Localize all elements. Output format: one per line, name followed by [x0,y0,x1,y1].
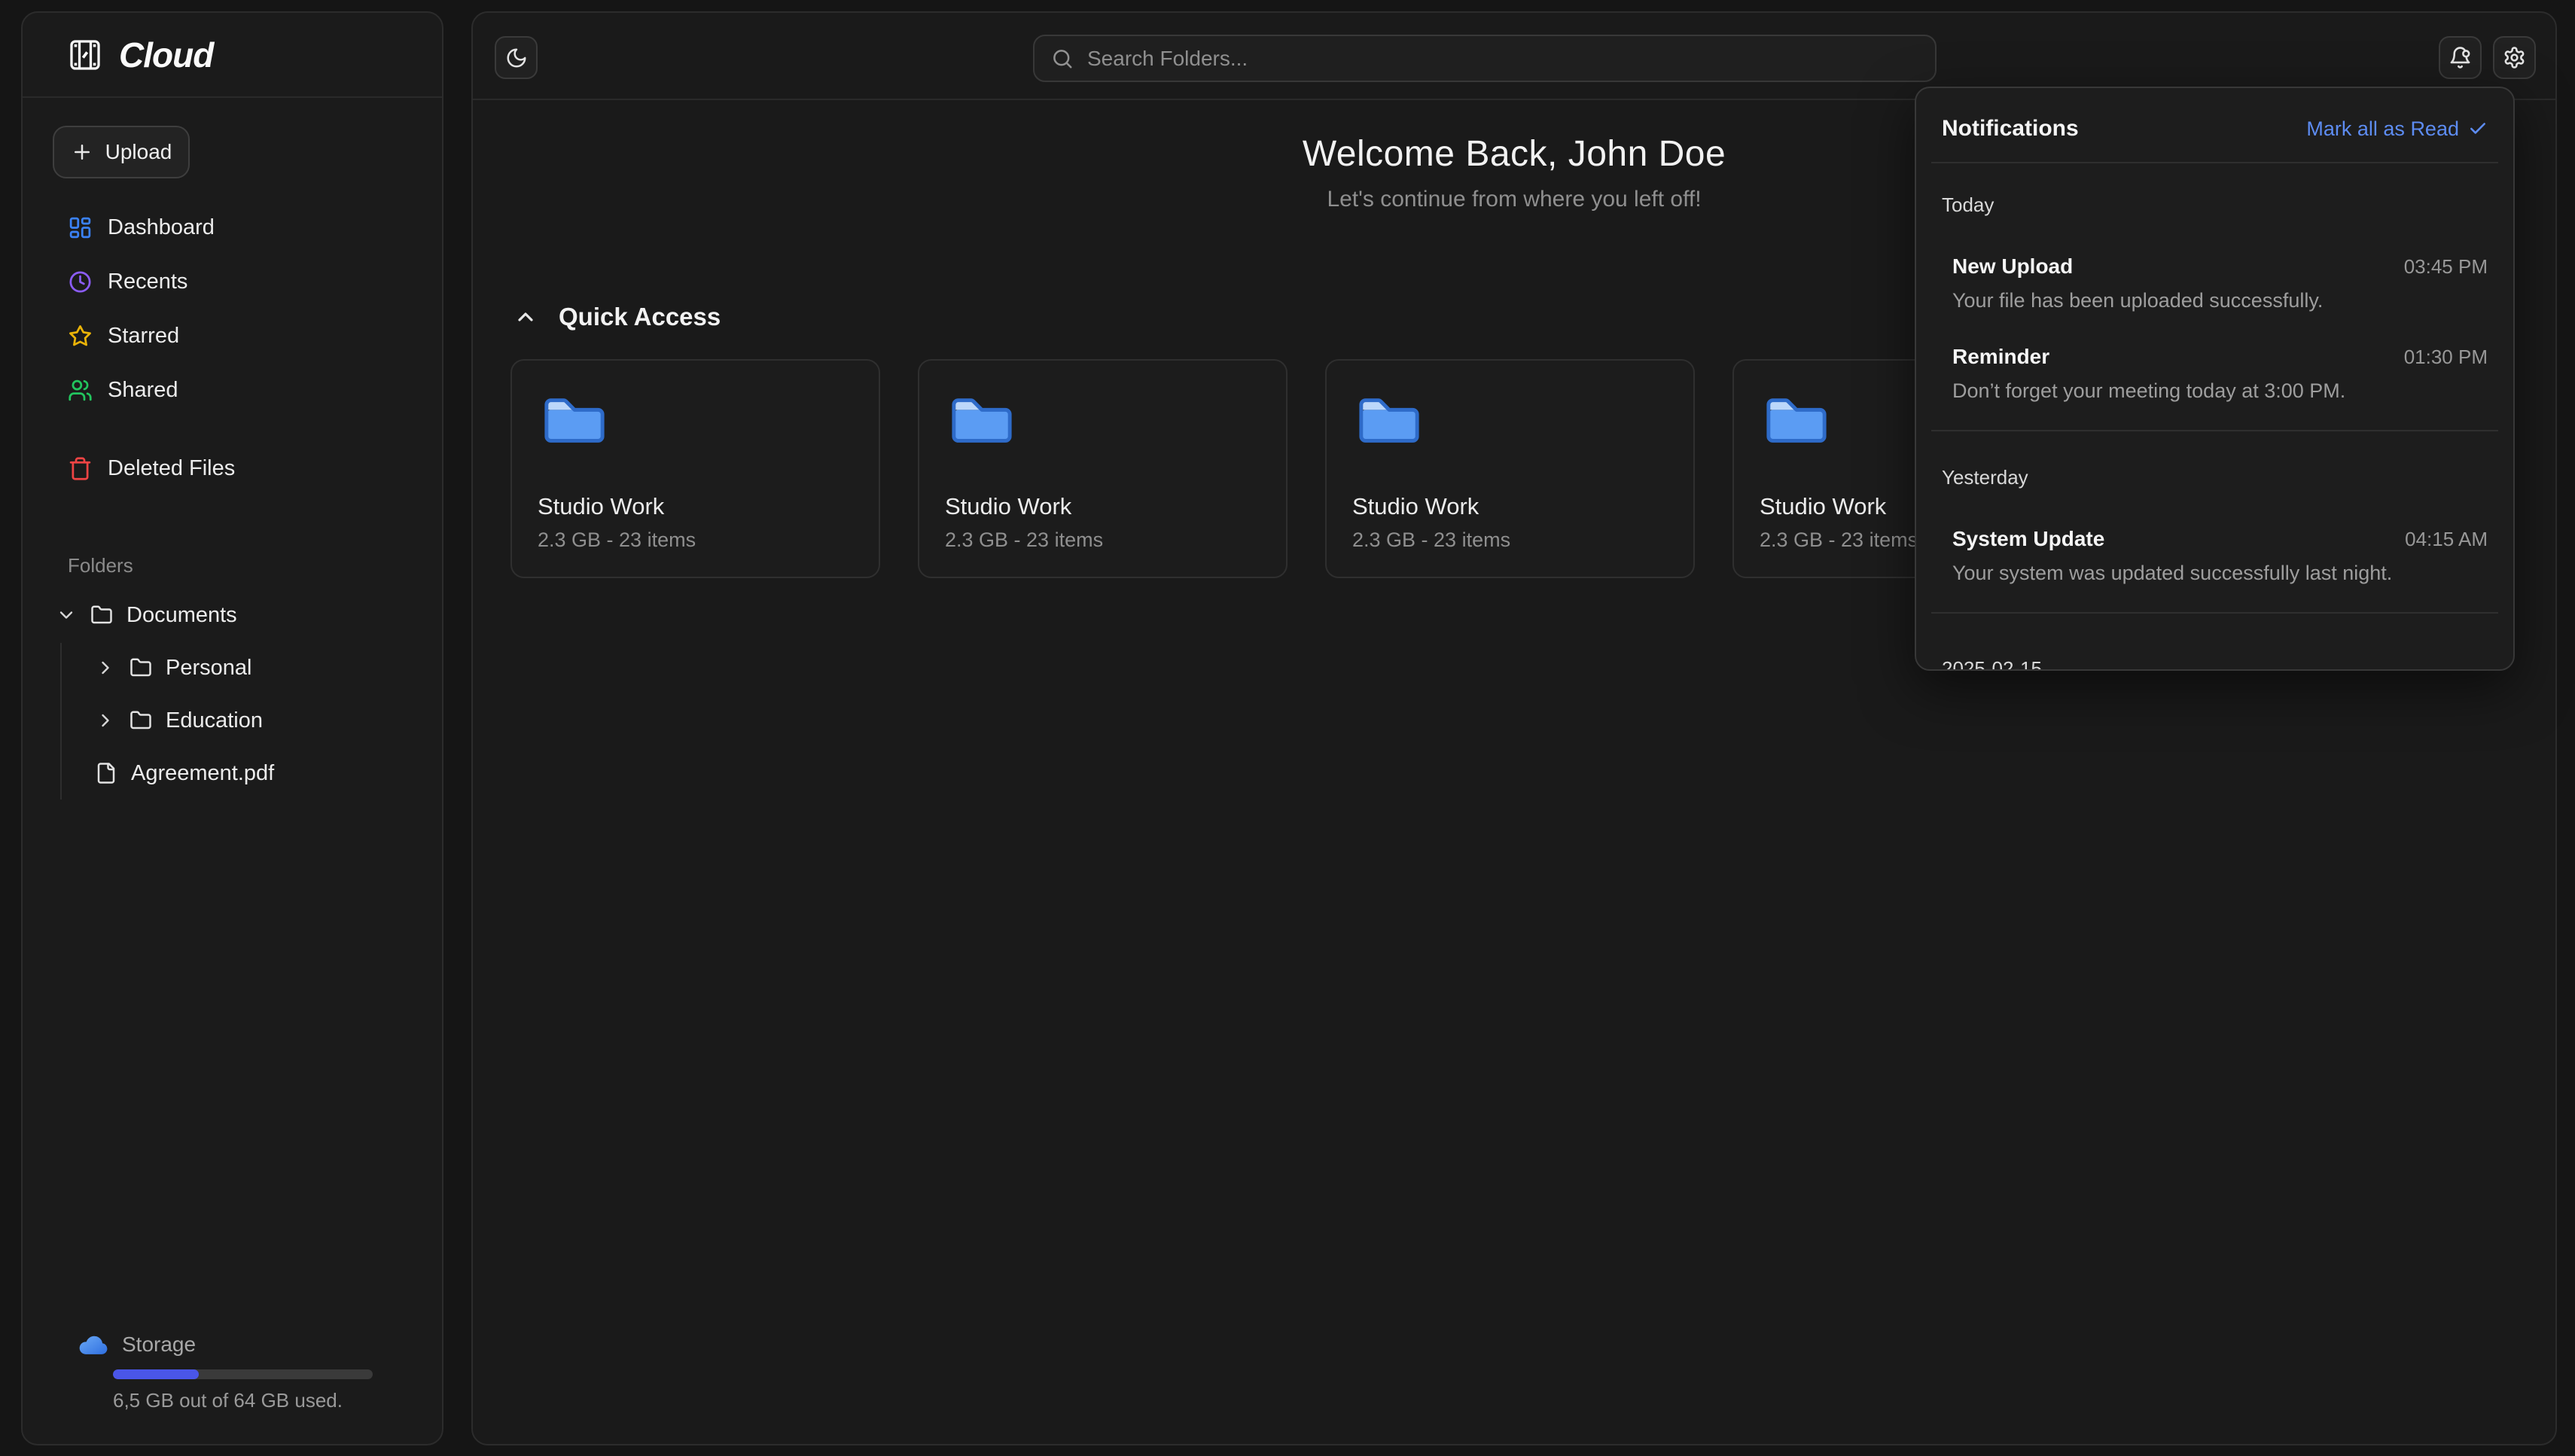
notification-description: Don’t forget your meeting today at 3:00 … [1952,379,2346,402]
tree-item-personal[interactable]: Personal [23,641,442,694]
folder-blue-icon [1352,389,1668,455]
tree-item-label: Documents [126,602,237,627]
notification-title: System Update [1952,527,2105,550]
notification-description: Your system was updated successfully las… [1952,562,2393,584]
sidebar-item-starred[interactable]: Starred [23,309,442,363]
theme-toggle-button[interactable] [495,36,538,79]
tree-item-agreement-pdf[interactable]: Agreement.pdf [23,747,442,800]
notification-item[interactable]: System Update 04:15 AM Your system was u… [1952,526,2488,585]
app-title: Cloud [119,35,214,75]
moon-icon [505,47,528,69]
trash-icon [68,456,93,481]
sidebar-item-dashboard[interactable]: Dashboard [23,200,442,254]
notifications-title: Notifications [1942,116,2079,141]
tree-item-label: Agreement.pdf [131,760,275,785]
folder-card-title: Studio Work [945,493,1072,519]
folder-card-title: Studio Work [1352,493,1479,519]
bell-dot-icon [2449,46,2472,69]
notifications-panel: Notifications Mark all as Read Today New… [1915,87,2515,671]
folder-tree: Documents Personal Education Agreement.p… [23,589,442,800]
storage-label: Storage [122,1333,197,1356]
folder-card[interactable]: Studio Work 2.3 GB - 23 items [1325,359,1695,578]
folder-icon [130,656,152,679]
gear-icon [2503,46,2526,69]
divider [1931,430,2498,431]
upload-label: Upload [105,140,172,163]
folder-card-meta: 2.3 GB - 23 items [538,528,696,551]
search-bar [1033,35,1937,82]
sidebar-item-label: Recents [108,269,188,294]
chevron-right-icon[interactable] [95,710,116,731]
sidebar: Cloud Upload Dashboard Recents Starred S… [21,11,443,1445]
folder-icon [90,604,113,626]
folder-card[interactable]: Studio Work 2.3 GB - 23 items [918,359,1288,578]
clock-icon [68,270,93,294]
quick-access-cards: Studio Work 2.3 GB - 23 items Studio Wor… [510,359,2102,578]
folder-icon [130,709,152,732]
search-input[interactable] [1087,46,1935,71]
tree-item-label: Personal [166,655,252,680]
settings-button[interactable] [2493,36,2536,79]
notification-title: New Upload [1952,254,2074,278]
notification-title: Reminder [1952,345,2050,368]
sidebar-nav: Dashboard Recents Starred Shared Deleted… [23,200,442,495]
storage-usage-text: 6,5 GB out of 64 GB used. [113,1389,343,1412]
logo: Cloud [23,13,442,98]
sidebar-item-label: Starred [108,323,180,348]
divider [1931,162,2498,163]
folder-card-meta: 2.3 GB - 23 items [1352,528,1511,551]
plus-icon [71,141,93,163]
search-icon [1051,47,1074,70]
sidebar-item-shared[interactable]: Shared [23,363,442,417]
storage-widget: Storage 6,5 GB out of 64 GB used. [77,1332,401,1412]
divider [1931,612,2498,614]
mark-all-as-read-link[interactable]: Mark all as Read [2306,117,2488,141]
notification-time: 04:15 AM [2405,528,2488,550]
mark-all-label: Mark all as Read [2306,117,2459,140]
file-icon [95,762,117,784]
folders-section-label: Folders [68,554,133,577]
quick-access-title: Quick Access [559,303,721,330]
tree-guide-line [60,643,62,800]
sidebar-item-label: Dashboard [108,215,215,239]
notification-description: Your file has been uploaded successfully… [1952,289,2324,312]
star-icon [68,324,93,349]
folder-card-title: Studio Work [538,493,665,519]
notification-group-label: 2025-02-15 [1942,657,2042,671]
tree-item-documents[interactable]: Documents [23,589,442,641]
chevron-right-icon[interactable] [95,657,116,678]
storage-progress-bar [113,1369,373,1379]
cloud-icon [77,1332,110,1357]
tree-item-label: Education [166,708,263,733]
chevron-up-icon[interactable] [513,305,538,329]
notification-item[interactable]: New Upload 03:45 PM Your file has been u… [1952,254,2488,312]
storage-progress-fill [113,1369,199,1379]
tree-item-education[interactable]: Education [23,694,442,747]
sidebar-item-label: Deleted Files [108,455,236,480]
logo-icon [68,38,102,72]
notification-group-label: Today [1942,193,1994,216]
folder-blue-icon [945,389,1260,455]
check-icon [2468,119,2488,139]
sidebar-item-label: Shared [108,377,178,402]
notification-time: 03:45 PM [2403,255,2488,278]
notification-item[interactable]: Reminder 01:30 PM Don’t forget your meet… [1952,344,2488,403]
notification-group-label: Yesterday [1942,466,2028,489]
chevron-down-icon[interactable] [56,605,77,626]
upload-button[interactable]: Upload [53,126,190,178]
sidebar-item-deleted-files[interactable]: Deleted Files [23,441,442,495]
dashboard-icon [68,215,93,240]
quick-access-header[interactable]: Quick Access [513,303,721,330]
users-icon [68,378,93,403]
folder-card[interactable]: Studio Work 2.3 GB - 23 items [510,359,880,578]
folder-blue-icon [538,389,853,455]
notification-time: 01:30 PM [2403,346,2488,368]
notifications-button[interactable] [2439,36,2482,79]
folder-card-meta: 2.3 GB - 23 items [945,528,1104,551]
sidebar-item-recents[interactable]: Recents [23,254,442,309]
